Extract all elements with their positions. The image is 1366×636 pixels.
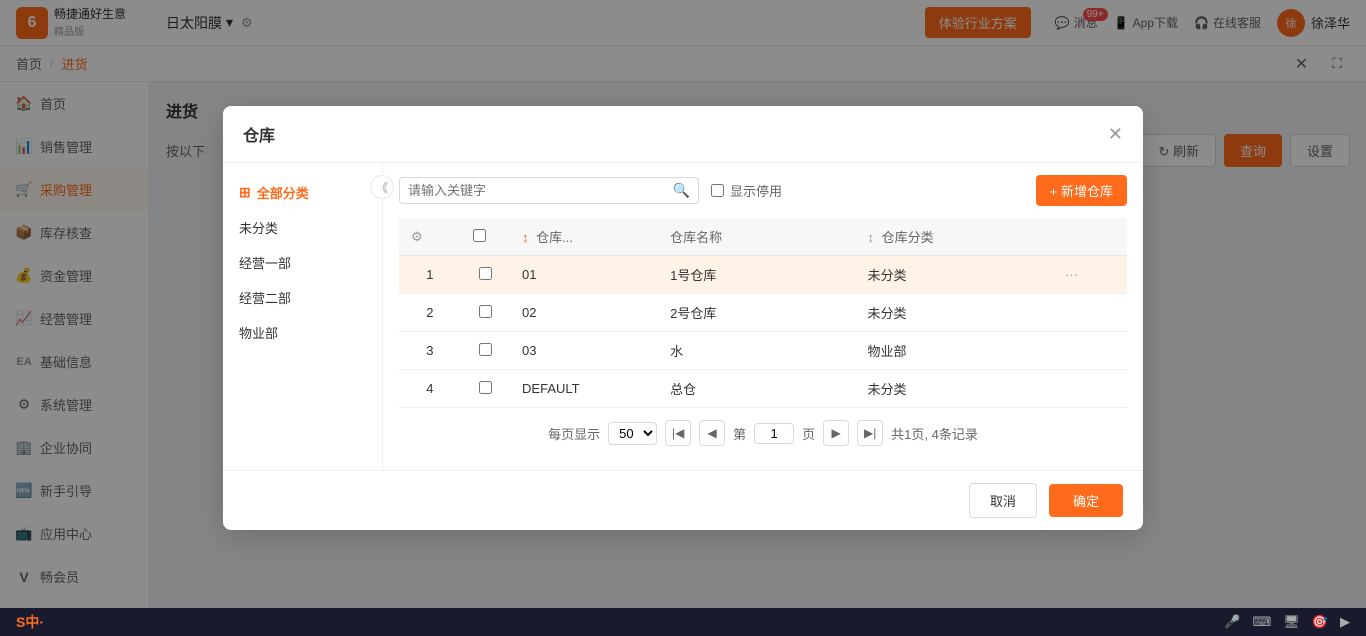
grid-icon: ⊞ bbox=[239, 184, 251, 201]
collapse-sidebar-btn[interactable]: 《 bbox=[370, 175, 394, 199]
row-actions[interactable] bbox=[1053, 370, 1127, 408]
prev-page-btn[interactable]: ◀ bbox=[699, 420, 725, 446]
row-actions[interactable] bbox=[1053, 332, 1127, 370]
cat-item-label: 未分类 bbox=[239, 218, 278, 237]
row-name: 1号仓库 bbox=[658, 256, 855, 294]
table-row[interactable]: 3 03 水 物业部 bbox=[399, 332, 1127, 370]
next-page-btn[interactable]: ▶ bbox=[823, 420, 849, 446]
search-icon[interactable]: 🔍 bbox=[673, 182, 690, 199]
cat-item-label: 全部分类 bbox=[257, 183, 309, 202]
keyboard-icon[interactable]: ⌨ bbox=[1253, 614, 1272, 630]
th-settings: ⚙ bbox=[399, 218, 461, 256]
row-code: DEFAULT bbox=[510, 370, 658, 408]
row-code: 01 bbox=[510, 256, 658, 294]
first-page-btn[interactable]: |◀ bbox=[665, 420, 691, 446]
page-number-input[interactable] bbox=[754, 423, 794, 444]
row-code: 02 bbox=[510, 294, 658, 332]
row-category: 未分类 bbox=[856, 294, 1053, 332]
target-icon[interactable]: 🎯 bbox=[1312, 614, 1328, 630]
table-head: ⚙ ↕ 仓库... 仓库名称 bbox=[399, 218, 1127, 256]
status-logo: S中· bbox=[16, 612, 44, 632]
row-category: 物业部 bbox=[856, 332, 1053, 370]
pagination-bar: 每页显示 50 |◀ ◀ 第 页 ▶ ▶| 共1页, 4条记录 bbox=[399, 408, 1127, 458]
per-page-label: 每页显示 bbox=[548, 424, 600, 443]
mic-icon[interactable]: 🎤 bbox=[1224, 614, 1240, 630]
table-container: ⚙ ↕ 仓库... 仓库名称 bbox=[399, 218, 1127, 408]
show-disabled-checkbox[interactable] bbox=[711, 184, 724, 197]
row-category: 未分类 bbox=[856, 370, 1053, 408]
warehouse-modal: 仓库 ✕ 《 ⊞ 全部分类 未分类 经营一部 经营二部 bbox=[223, 106, 1143, 530]
warehouse-table: ⚙ ↕ 仓库... 仓库名称 bbox=[399, 218, 1127, 408]
status-bar: S中· 🎤 ⌨ 🖥 🎯 ▶ bbox=[0, 608, 1366, 636]
row-check[interactable] bbox=[461, 332, 510, 370]
page-info: 共1页, 4条记录 bbox=[891, 424, 978, 443]
row-check[interactable] bbox=[461, 370, 510, 408]
show-disabled-text: 显示停用 bbox=[730, 181, 782, 200]
cat-item-dept2[interactable]: 经营二部 bbox=[223, 280, 382, 315]
modal-overlay: 仓库 ✕ 《 ⊞ 全部分类 未分类 经营一部 经营二部 bbox=[0, 0, 1366, 636]
row-name: 总仓 bbox=[658, 370, 855, 408]
cat-item-label: 物业部 bbox=[239, 323, 278, 342]
modal-footer: 取消 确定 bbox=[223, 470, 1143, 530]
play-icon[interactable]: ▶ bbox=[1340, 614, 1350, 630]
cancel-btn[interactable]: 取消 bbox=[969, 483, 1037, 518]
row-actions[interactable]: ··· bbox=[1053, 256, 1127, 294]
cat-item-property[interactable]: 物业部 bbox=[223, 315, 382, 350]
modal-body: 《 ⊞ 全部分类 未分类 经营一部 经营二部 物业部 bbox=[223, 163, 1143, 470]
row-name: 水 bbox=[658, 332, 855, 370]
row-num: 3 bbox=[399, 332, 461, 370]
row-check[interactable] bbox=[461, 256, 510, 294]
last-page-btn[interactable]: ▶| bbox=[857, 420, 883, 446]
cat-item-unclassified[interactable]: 未分类 bbox=[223, 210, 382, 245]
page-label: 页 bbox=[802, 424, 815, 443]
row-num: 4 bbox=[399, 370, 461, 408]
modal-title: 仓库 bbox=[243, 122, 275, 146]
row-check[interactable] bbox=[461, 294, 510, 332]
th-checkbox bbox=[461, 218, 510, 256]
th-actions bbox=[1053, 218, 1127, 256]
show-disabled-label[interactable]: 显示停用 bbox=[711, 181, 782, 200]
sort-icon: ↕ bbox=[522, 230, 529, 245]
row-num: 1 bbox=[399, 256, 461, 294]
row-checkbox[interactable] bbox=[479, 267, 492, 280]
table-row[interactable]: 2 02 2号仓库 未分类 bbox=[399, 294, 1127, 332]
page-prefix: 第 bbox=[733, 424, 746, 443]
monitor-icon[interactable]: 🖥 bbox=[1283, 614, 1300, 630]
sort-cat-icon: ↕ bbox=[868, 230, 875, 245]
cat-item-dept1[interactable]: 经营一部 bbox=[223, 245, 382, 280]
confirm-btn[interactable]: 确定 bbox=[1049, 484, 1123, 517]
modal-header: 仓库 ✕ bbox=[223, 106, 1143, 163]
row-name: 2号仓库 bbox=[658, 294, 855, 332]
row-code: 03 bbox=[510, 332, 658, 370]
row-checkbox[interactable] bbox=[479, 343, 492, 356]
th-code[interactable]: ↕ 仓库... bbox=[510, 218, 658, 256]
table-area: 🔍 显示停用 + 新增仓库 ⚙ bbox=[383, 163, 1143, 470]
cat-item-label: 经营一部 bbox=[239, 253, 291, 272]
per-page-select[interactable]: 50 bbox=[608, 422, 657, 445]
table-row[interactable]: 4 DEFAULT 总仓 未分类 bbox=[399, 370, 1127, 408]
th-category: ↕ 仓库分类 bbox=[856, 218, 1053, 256]
table-row[interactable]: 1 01 1号仓库 未分类 ··· bbox=[399, 256, 1127, 294]
category-sidebar: 《 ⊞ 全部分类 未分类 经营一部 经营二部 物业部 bbox=[223, 163, 383, 470]
row-checkbox[interactable] bbox=[479, 305, 492, 318]
row-num: 2 bbox=[399, 294, 461, 332]
add-warehouse-btn[interactable]: + 新增仓库 bbox=[1036, 175, 1127, 206]
search-input[interactable] bbox=[408, 183, 667, 198]
th-name: 仓库名称 bbox=[658, 218, 855, 256]
row-checkbox[interactable] bbox=[479, 381, 492, 394]
cat-item-label: 经营二部 bbox=[239, 288, 291, 307]
search-box[interactable]: 🔍 bbox=[399, 177, 699, 204]
row-category: 未分类 bbox=[856, 256, 1053, 294]
select-all-checkbox[interactable] bbox=[473, 229, 486, 242]
modal-close-btn[interactable]: ✕ bbox=[1108, 125, 1123, 143]
table-body: 1 01 1号仓库 未分类 ··· 2 02 2 bbox=[399, 256, 1127, 408]
settings-col-icon: ⚙ bbox=[411, 229, 423, 244]
cat-item-all[interactable]: ⊞ 全部分类 bbox=[223, 175, 382, 210]
table-header-row: ⚙ ↕ 仓库... 仓库名称 bbox=[399, 218, 1127, 256]
row-actions[interactable] bbox=[1053, 294, 1127, 332]
table-toolbar: 🔍 显示停用 + 新增仓库 bbox=[399, 175, 1127, 206]
